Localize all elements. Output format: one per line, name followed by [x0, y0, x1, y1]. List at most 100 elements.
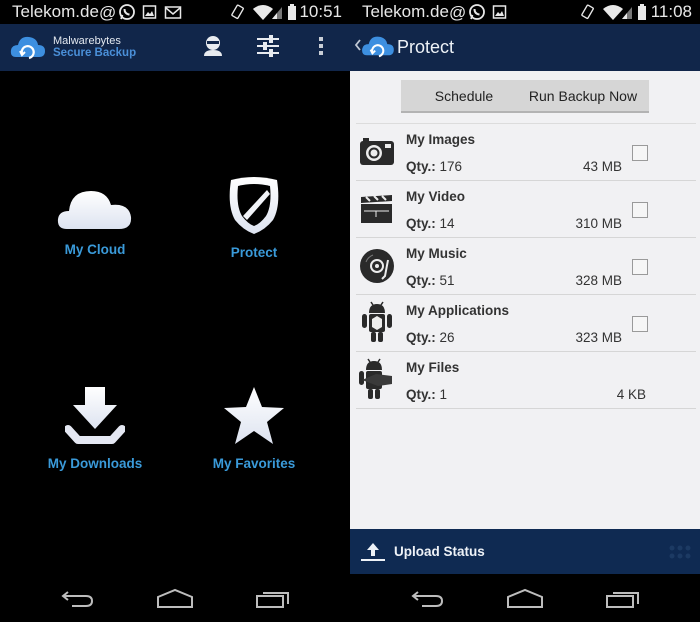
item-size: 43 MB — [582, 159, 622, 174]
camera-icon — [360, 138, 394, 165]
clapperboard-icon — [361, 195, 392, 223]
item-qty: Qty.: 26 — [406, 330, 455, 345]
item-checkbox[interactable] — [632, 259, 648, 275]
battery-icon — [288, 4, 296, 20]
item-checkbox[interactable] — [632, 145, 648, 161]
recents-icon[interactable] — [255, 588, 291, 610]
qty-label: Qty.: — [406, 387, 436, 402]
clock: 11:08 — [650, 2, 692, 21]
qty-label: Qty.: — [406, 273, 436, 288]
list-item-my-music[interactable]: My Music Qty.: 51 328 MB — [356, 238, 696, 295]
brand-product: Secure Backup — [53, 47, 137, 59]
item-name: My Images — [406, 132, 476, 147]
item-size: 323 MB — [575, 330, 622, 345]
back-icon[interactable] — [60, 588, 96, 610]
clock: 10:51 — [299, 2, 342, 21]
android-files-icon — [359, 358, 392, 399]
item-size: 4 KB — [616, 387, 646, 402]
brand-name: Malwarebytes — [53, 35, 121, 47]
app-logo-icon — [10, 36, 45, 60]
overflow-menu-icon[interactable] — [317, 34, 325, 58]
list-item-my-video[interactable]: My Video Qty.: 14 310 MB — [356, 181, 696, 238]
vibrate-icon — [231, 4, 244, 20]
tile-label: My Downloads — [47, 456, 143, 471]
gmail-icon — [164, 6, 182, 19]
carrier-label: Telekom.de — [12, 2, 99, 21]
signal-icon — [622, 7, 632, 19]
whatsapp-icon — [469, 4, 485, 20]
image-icon — [142, 5, 157, 19]
progress-spinner-icon — [669, 545, 691, 559]
qty-value: 14 — [439, 216, 455, 231]
item-checkbox[interactable] — [632, 202, 648, 218]
protect-screen: Telekom.de @ 11:08 Protect Schedule Run … — [350, 0, 700, 622]
home-icon[interactable] — [506, 588, 544, 610]
upload-icon — [361, 543, 385, 561]
tile-my-cloud[interactable]: My Cloud — [15, 183, 175, 257]
cloud-icon — [57, 191, 132, 229]
whatsapp-icon — [119, 4, 135, 20]
list-item-my-images[interactable]: My Images Qty.: 176 43 MB — [356, 124, 696, 181]
at-icon: @ — [99, 3, 116, 21]
image-icon — [492, 5, 507, 19]
upload-status-label: Upload Status — [394, 544, 485, 559]
app-bar: Malwarebytes Secure Backup — [0, 24, 350, 71]
app-logo-icon — [362, 36, 394, 58]
item-name: My Files — [406, 360, 460, 375]
system-nav-bar — [0, 574, 350, 622]
qty-value: 51 — [439, 273, 455, 288]
upload-status-bar[interactable]: Upload Status — [350, 529, 700, 575]
backup-category-list: My Images Qty.: 176 43 MB My Video Qty.:… — [356, 123, 696, 409]
tile-label: Protect — [230, 245, 278, 260]
qty-value: 176 — [439, 159, 463, 174]
item-name: My Applications — [406, 303, 510, 318]
item-qty: Qty.: 176 — [406, 159, 462, 174]
schedule-button[interactable]: Schedule — [401, 80, 527, 113]
recents-icon[interactable] — [605, 588, 641, 610]
item-qty: Qty.: 14 — [406, 216, 455, 231]
signal-icon — [272, 7, 282, 19]
list-item-my-files[interactable]: My Files Qty.: 1 4 KB — [356, 352, 696, 409]
item-name: My Music — [406, 246, 467, 261]
app-bar: Protect — [350, 24, 700, 71]
item-qty: Qty.: 51 — [406, 273, 455, 288]
item-name: My Video — [406, 189, 466, 204]
status-bar: Telekom.de @ 11:08 — [350, 0, 700, 24]
vinyl-record-icon — [360, 249, 394, 283]
svg-text:@: @ — [449, 3, 466, 21]
page-title: Protect — [397, 37, 455, 57]
item-size: 328 MB — [575, 273, 622, 288]
item-size: 310 MB — [575, 216, 622, 231]
account-icon[interactable] — [202, 34, 224, 58]
qty-value: 26 — [439, 330, 455, 345]
status-bar: Telekom.de @ 10:51 — [0, 0, 350, 24]
download-icon — [64, 387, 126, 444]
back-icon[interactable] — [410, 588, 446, 610]
item-checkbox[interactable] — [632, 316, 648, 332]
item-qty: Qty.: 1 — [406, 387, 447, 402]
settings-sliders-icon[interactable] — [255, 34, 281, 58]
star-icon — [224, 387, 284, 444]
system-nav-bar — [350, 574, 700, 622]
vibrate-icon — [581, 4, 594, 20]
tile-protect[interactable]: Protect — [174, 176, 334, 260]
tile-my-downloads[interactable]: My Downloads — [15, 385, 175, 471]
run-backup-now-button[interactable]: Run Backup Now — [517, 80, 649, 113]
protect-content: Schedule Run Backup Now My Images Qty.: … — [350, 71, 700, 529]
up-navigation[interactable] — [352, 32, 396, 62]
qty-label: Qty.: — [406, 159, 436, 174]
tile-my-favorites[interactable]: My Favorites — [174, 385, 334, 471]
home-screen: Telekom.de @ 10:51 Malwarebytes Secure B… — [0, 0, 350, 622]
at-icon: @ — [449, 3, 466, 21]
tile-label: My Cloud — [64, 242, 126, 257]
home-icon[interactable] — [156, 588, 194, 610]
qty-value: 1 — [439, 387, 448, 402]
list-item-my-applications[interactable]: My Applications Qty.: 26 323 MB — [356, 295, 696, 352]
battery-icon — [638, 4, 646, 20]
qty-label: Qty.: — [406, 216, 436, 231]
android-app-icon — [362, 301, 392, 342]
carrier-label: Telekom.de — [362, 2, 449, 21]
svg-text:@: @ — [99, 3, 116, 21]
shield-icon — [229, 177, 279, 234]
qty-label: Qty.: — [406, 330, 436, 345]
